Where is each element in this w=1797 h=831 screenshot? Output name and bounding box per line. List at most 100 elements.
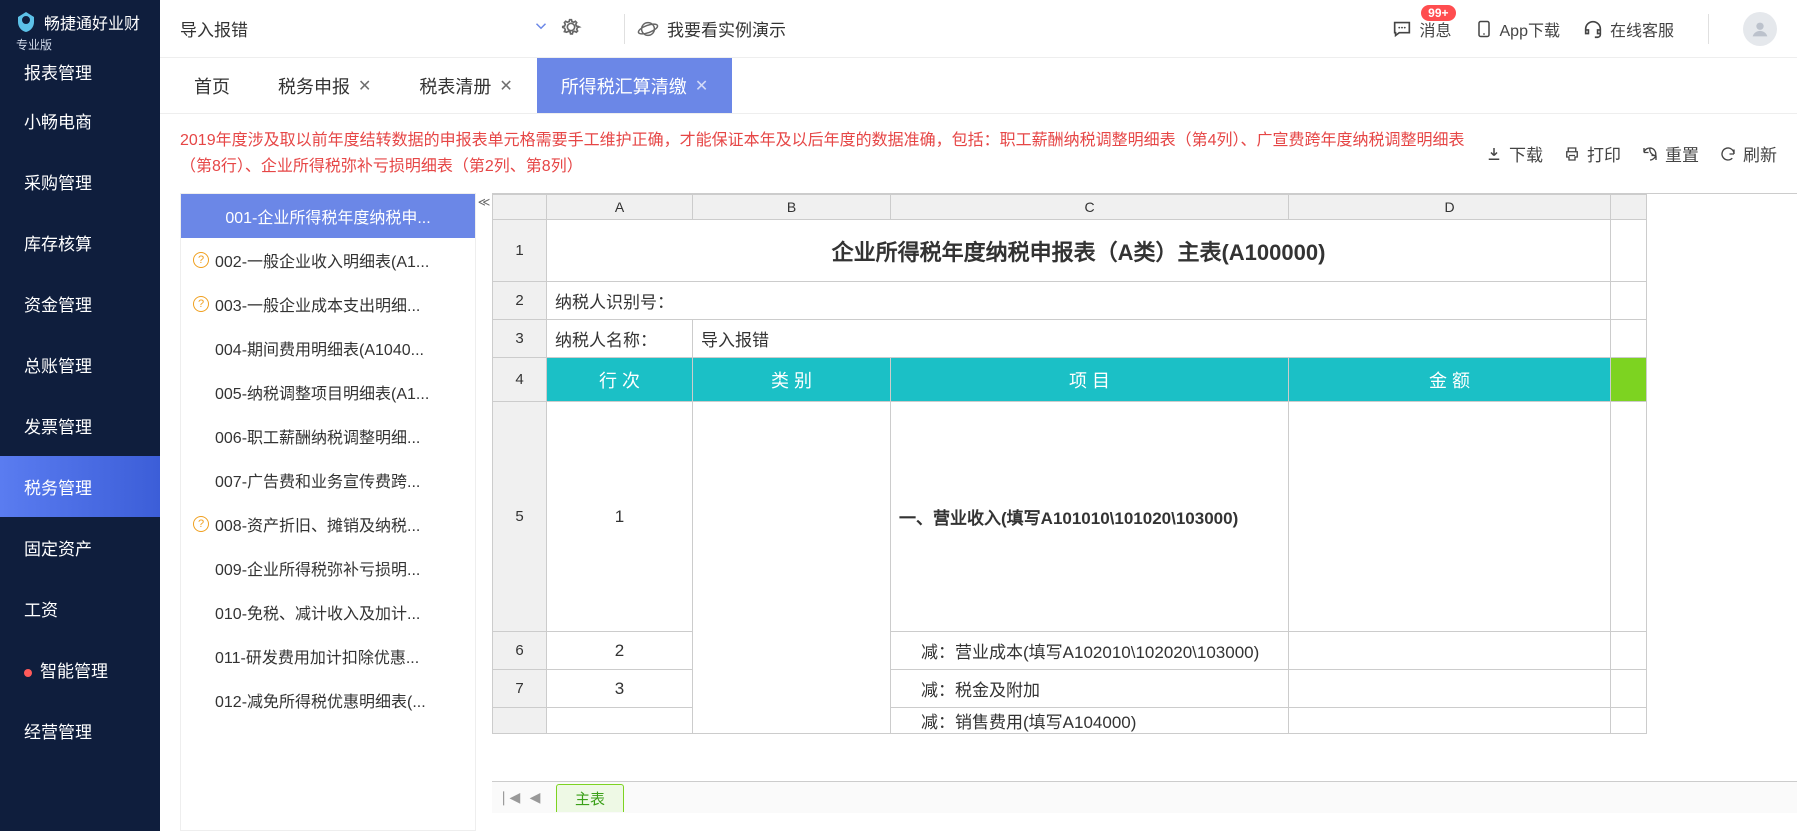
sidebar-item-assets[interactable]: 固定资产 bbox=[0, 517, 160, 578]
hdr-category: 类 别 bbox=[693, 358, 891, 402]
form-item-005[interactable]: 005-纳税调整项目明细表(A1... bbox=[181, 370, 475, 414]
gear-icon[interactable] bbox=[560, 16, 582, 41]
sidebar-item-ledger[interactable]: 总账管理 bbox=[0, 334, 160, 395]
sidebar-item-purchase[interactable]: 采购管理 bbox=[0, 151, 160, 212]
reset-icon bbox=[1641, 145, 1659, 163]
r7-item[interactable]: 减：税金及附加 bbox=[891, 670, 1289, 708]
form-item-007[interactable]: 007-广告费和业务宣传费跨... bbox=[181, 458, 475, 502]
avatar[interactable] bbox=[1743, 12, 1777, 46]
org-name: 导入报错 bbox=[180, 16, 248, 41]
tab-income-tax[interactable]: 所得税汇算清缴 ✕ bbox=[537, 58, 732, 113]
sidebar: 畅捷通好业财 专业版 报表管理 小畅电商 采购管理 库存核算 资金管理 总账管理… bbox=[0, 0, 160, 831]
row-2-head[interactable]: 2 bbox=[493, 282, 547, 320]
row-5-head[interactable]: 5 bbox=[493, 402, 547, 632]
user-icon bbox=[1749, 18, 1771, 40]
tab-bar: 首页 税务申报✕ 税表清册 ✕ 所得税汇算清缴 ✕ bbox=[160, 58, 1797, 114]
r5-category[interactable] bbox=[693, 402, 891, 734]
messages-button[interactable]: 消息 99+ bbox=[1391, 17, 1451, 41]
r5-num[interactable]: 1 bbox=[547, 402, 693, 632]
sidebar-item-business[interactable]: 经营管理 bbox=[0, 700, 160, 761]
tab-home[interactable]: 首页 bbox=[170, 58, 254, 113]
taxpayer-name-value: 导入报错 bbox=[693, 320, 1611, 358]
hdr-item: 项 目 bbox=[891, 358, 1289, 402]
row-4-head[interactable]: 4 bbox=[493, 358, 547, 402]
col-B[interactable]: B bbox=[693, 195, 891, 220]
form-item-010[interactable]: 010-免税、减计收入及加计... bbox=[181, 590, 475, 634]
print-label: 打印 bbox=[1587, 141, 1621, 166]
separator bbox=[624, 14, 625, 44]
sidebar-item-partial-top[interactable]: 报表管理 bbox=[0, 59, 160, 90]
sidebar-item-smart[interactable]: 智能管理 bbox=[0, 639, 160, 700]
form-item-012[interactable]: 012-减免所得税优惠明细表(... bbox=[181, 678, 475, 722]
row-3-head[interactable]: 3 bbox=[493, 320, 547, 358]
row-1-head[interactable]: 1 bbox=[493, 220, 547, 282]
phone-icon bbox=[1474, 18, 1494, 40]
col-C[interactable]: C bbox=[891, 195, 1289, 220]
r6-num[interactable]: 2 bbox=[547, 632, 693, 670]
messages-badge: 99+ bbox=[1421, 5, 1455, 21]
sidebar-item-tax[interactable]: 税务管理 bbox=[0, 456, 160, 517]
demo-label: 我要看实例演示 bbox=[667, 16, 786, 41]
r7-amount[interactable] bbox=[1289, 670, 1611, 708]
r6-item[interactable]: 减：营业成本(填写A102010\102020\103000) bbox=[891, 632, 1289, 670]
col-D[interactable]: D bbox=[1289, 195, 1611, 220]
row-7-head[interactable]: 7 bbox=[493, 670, 547, 708]
form-item-label: 008-资产折旧、摊销及纳税... bbox=[215, 512, 420, 536]
form-item-label: 003-一般企业成本支出明细... bbox=[215, 292, 420, 316]
sheet-nav-first[interactable]: ❘◀ bbox=[496, 785, 522, 811]
sidebar-item-inventory[interactable]: 库存核算 bbox=[0, 212, 160, 273]
brand-name: 畅捷通好业财 bbox=[44, 10, 140, 34]
tab-tax-list[interactable]: 税表清册 ✕ bbox=[395, 58, 536, 113]
horizontal-scrollbar[interactable] bbox=[492, 813, 1797, 831]
form-item-001[interactable]: 001-企业所得税年度纳税申... bbox=[181, 194, 475, 238]
form-item-004[interactable]: 004-期间费用明细表(A1040... bbox=[181, 326, 475, 370]
form-item-002[interactable]: ?002-一般企业收入明细表(A1... bbox=[181, 238, 475, 282]
tab-label: 所得税汇算清缴 bbox=[561, 73, 687, 99]
r5-amount[interactable] bbox=[1289, 402, 1611, 632]
spreadsheet: A B C D 1 企业所得税年度纳税申报表（A类）主表(A100000) bbox=[492, 193, 1797, 831]
demo-link[interactable]: 我要看实例演示 bbox=[637, 16, 786, 41]
tab-label: 税表清册 bbox=[419, 73, 491, 99]
sidebar-item-ecommerce[interactable]: 小畅电商 bbox=[0, 90, 160, 151]
sheet-nav-prev[interactable]: ◀ bbox=[522, 785, 548, 811]
form-item-011[interactable]: 011-研发费用加计扣除优惠... bbox=[181, 634, 475, 678]
close-icon[interactable]: ✕ bbox=[499, 76, 512, 96]
form-item-006[interactable]: 006-职工薪酬纳税调整明细... bbox=[181, 414, 475, 458]
tab-tax-declare[interactable]: 税务申报✕ bbox=[254, 58, 395, 113]
r8-item[interactable]: 减：销售费用(填写A104000) bbox=[891, 708, 1289, 734]
download-button[interactable]: 下载 bbox=[1485, 141, 1543, 166]
headset-icon bbox=[1582, 18, 1604, 40]
sidebar-item-invoice[interactable]: 发票管理 bbox=[0, 395, 160, 456]
refresh-button[interactable]: 刷新 bbox=[1719, 141, 1777, 166]
form-item-008[interactable]: ?008-资产折旧、摊销及纳税... bbox=[181, 502, 475, 546]
close-icon[interactable]: ✕ bbox=[358, 76, 371, 96]
planet-icon bbox=[637, 18, 659, 40]
r5-item[interactable]: 一、营业收入(填写A101010\101020\103000) bbox=[891, 402, 1289, 632]
sheet-tab-main[interactable]: 主表 bbox=[556, 784, 624, 812]
reset-button[interactable]: 重置 bbox=[1641, 141, 1699, 166]
notification-dot-icon bbox=[24, 669, 32, 677]
chevron-down-icon bbox=[532, 17, 550, 40]
form-item-009[interactable]: 009-企业所得税弥补亏损明... bbox=[181, 546, 475, 590]
download-label: 下载 bbox=[1509, 141, 1543, 166]
sheet-grid[interactable]: A B C D 1 企业所得税年度纳税申报表（A类）主表(A100000) bbox=[492, 194, 1797, 781]
org-selector[interactable]: 导入报错 bbox=[180, 12, 560, 45]
refresh-label: 刷新 bbox=[1743, 141, 1777, 166]
collapse-handle[interactable]: ≪ bbox=[476, 193, 492, 831]
row-8-head[interactable] bbox=[493, 708, 547, 734]
brand-area: 畅捷通好业财 专业版 bbox=[0, 0, 160, 59]
print-button[interactable]: 打印 bbox=[1563, 141, 1621, 166]
taxpayer-id-label: 纳税人识别号： bbox=[547, 282, 1611, 320]
online-service-button[interactable]: 在线客服 bbox=[1582, 17, 1674, 41]
r7-num[interactable]: 3 bbox=[547, 670, 693, 708]
corner-cell bbox=[493, 195, 547, 220]
sidebar-item-salary[interactable]: 工资 bbox=[0, 578, 160, 639]
form-item-003[interactable]: ?003-一般企业成本支出明细... bbox=[181, 282, 475, 326]
r6-amount[interactable] bbox=[1289, 632, 1611, 670]
col-A[interactable]: A bbox=[547, 195, 693, 220]
close-icon[interactable]: ✕ bbox=[695, 76, 708, 96]
refresh-icon bbox=[1719, 145, 1737, 163]
sidebar-item-funds[interactable]: 资金管理 bbox=[0, 273, 160, 334]
row-6-head[interactable]: 6 bbox=[493, 632, 547, 670]
app-download-button[interactable]: App下载 bbox=[1474, 17, 1560, 41]
